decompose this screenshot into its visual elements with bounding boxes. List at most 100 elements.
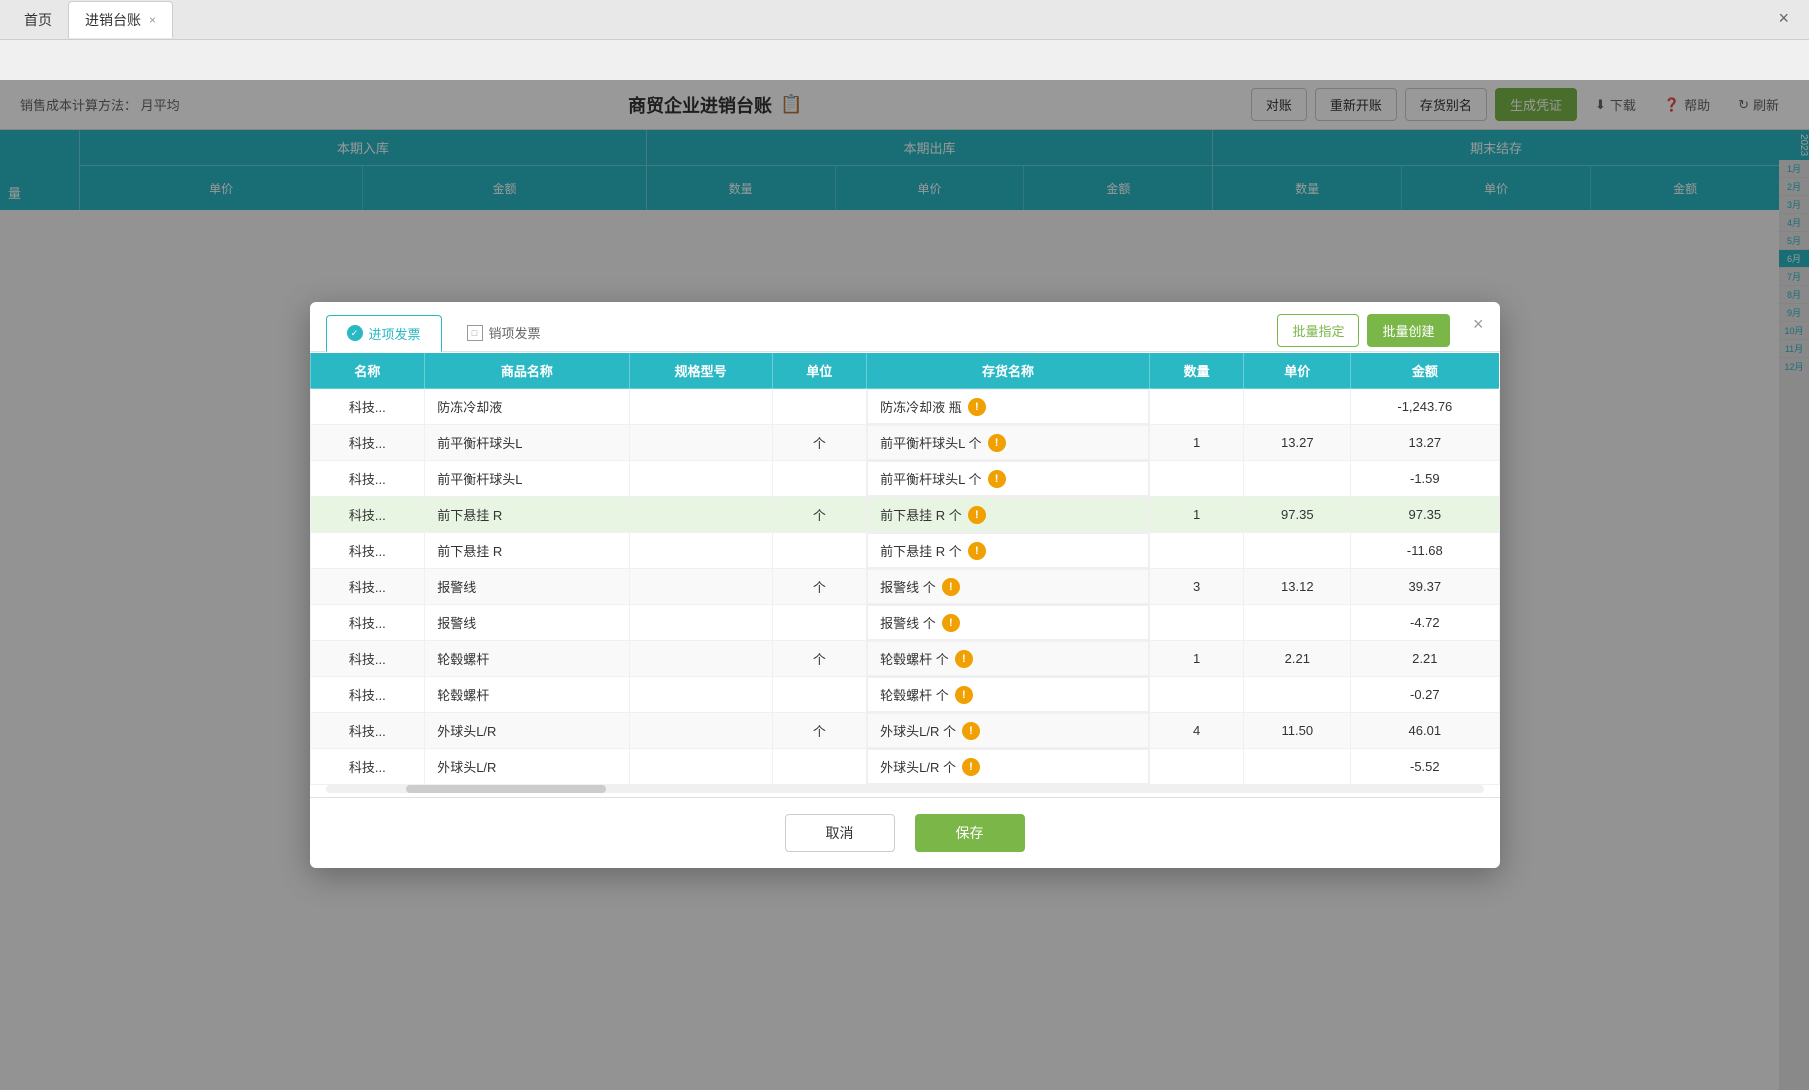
- warning-icon: !: [942, 578, 960, 596]
- app-close-button[interactable]: ×: [1778, 8, 1789, 29]
- modal-close-button[interactable]: ×: [1473, 314, 1484, 335]
- batch-designate-button[interactable]: 批量指定: [1277, 314, 1359, 347]
- cell-7-7: 2.21: [1351, 641, 1499, 677]
- save-button[interactable]: 保存: [915, 814, 1025, 852]
- cell-9-1: 外球头L/R: [425, 713, 629, 749]
- cell-8-6: [1244, 677, 1351, 713]
- warning-icon: !: [968, 398, 986, 416]
- cell-9-5: 4: [1149, 713, 1244, 749]
- cell-0-4: 防冻冷却液 瓶!: [867, 389, 1149, 424]
- cell-5-7: 39.37: [1351, 569, 1499, 605]
- cell-8-2: [629, 677, 772, 713]
- cell-4-7: -11.68: [1351, 533, 1499, 569]
- cell-9-2: [629, 713, 772, 749]
- cell-6-0: 科技...: [310, 605, 425, 641]
- cell-8-5: [1149, 677, 1244, 713]
- modal-overlay: × 批量指定 批量创建 ✓ 进项发票 □ 销项发票: [0, 80, 1809, 1090]
- cell-7-2: [629, 641, 772, 677]
- modal-scrollbar-thumb: [406, 785, 606, 793]
- cell-2-7: -1.59: [1351, 461, 1499, 497]
- tab-output-invoice[interactable]: □ 销项发票: [446, 314, 562, 351]
- warning-icon: !: [988, 470, 1006, 488]
- cell-2-0: 科技...: [310, 461, 425, 497]
- tab-active[interactable]: 进销台账 ×: [68, 1, 173, 38]
- cell-5-0: 科技...: [310, 569, 425, 605]
- cell-4-1: 前下悬挂 R: [425, 533, 629, 569]
- table-row: 科技...前下悬挂 R个前下悬挂 R 个!197.3597.35: [310, 497, 1499, 533]
- th-stock-name: 存货名称: [867, 353, 1150, 389]
- cell-1-0: 科技...: [310, 425, 425, 461]
- warning-icon: !: [942, 614, 960, 632]
- cell-1-3: 个: [772, 425, 867, 461]
- cell-8-0: 科技...: [310, 677, 425, 713]
- cell-10-4: 外球头L/R 个!: [867, 749, 1149, 784]
- cell-6-4: 报警线 个!: [867, 605, 1149, 640]
- cell-6-2: [629, 605, 772, 641]
- table-row: 科技...报警线 个报警线 个!313.1239.37: [310, 569, 1499, 605]
- tab-bar: 首页 进销台账 × ×: [0, 0, 1809, 40]
- tab-input-label: 进项发票: [369, 324, 421, 343]
- cell-8-1: 轮毂螺杆: [425, 677, 629, 713]
- cell-9-0: 科技...: [310, 713, 425, 749]
- cell-1-7: 13.27: [1351, 425, 1499, 461]
- cell-6-1: 报警线: [425, 605, 629, 641]
- th-amount: 金额: [1351, 353, 1499, 389]
- cell-2-3: [772, 461, 867, 497]
- table-row: 科技...前下悬挂 R 前下悬挂 R 个! -11.68: [310, 533, 1499, 569]
- warning-icon: !: [988, 434, 1006, 452]
- cell-2-1: 前平衡杆球头L: [425, 461, 629, 497]
- cell-4-4: 前下悬挂 R 个!: [867, 533, 1149, 568]
- cell-10-5: [1149, 749, 1244, 785]
- cell-1-1: 前平衡杆球头L: [425, 425, 629, 461]
- th-spec: 规格型号: [629, 353, 772, 389]
- cell-10-2: [629, 749, 772, 785]
- app-background: 首页 进销台账 × × 销售成本计算方法： 月平均 商贸企业进销台账 📋 对账 …: [0, 0, 1809, 1050]
- invoice-table: 名称 商品名称 规格型号 单位 存货名称 数量 单价 金额: [310, 352, 1500, 785]
- cell-4-0: 科技...: [310, 533, 425, 569]
- warning-icon: !: [962, 758, 980, 776]
- th-unit: 单位: [772, 353, 867, 389]
- cell-3-2: [629, 497, 772, 533]
- cell-5-4: 报警线 个!: [867, 569, 1149, 604]
- cell-4-2: [629, 533, 772, 569]
- warning-icon: !: [955, 650, 973, 668]
- cell-0-5: [1149, 389, 1244, 425]
- cell-5-6: 13.12: [1244, 569, 1351, 605]
- cell-1-4: 前平衡杆球头L 个!: [867, 425, 1149, 460]
- table-row: 科技...外球头L/R个外球头L/R 个!411.5046.01: [310, 713, 1499, 749]
- cell-2-5: [1149, 461, 1244, 497]
- tab-active-label: 进销台账: [85, 10, 141, 30]
- cell-8-7: -0.27: [1351, 677, 1499, 713]
- modal-scrollbar[interactable]: [326, 785, 1484, 793]
- cell-6-3: [772, 605, 867, 641]
- cell-0-2: [629, 389, 772, 425]
- table-row: 科技...轮毂螺杆个轮毂螺杆 个!12.212.21: [310, 641, 1499, 677]
- cell-5-3: 个: [772, 569, 867, 605]
- cell-10-6: [1244, 749, 1351, 785]
- tab-output-label: 销项发票: [489, 323, 541, 342]
- cell-9-4: 外球头L/R 个!: [867, 713, 1149, 748]
- cell-0-3: [772, 389, 867, 425]
- cancel-button[interactable]: 取消: [785, 814, 895, 852]
- table-row: 科技...防冻冷却液防冻冷却液 瓶!-1,243.76: [310, 389, 1499, 425]
- warning-icon: !: [968, 542, 986, 560]
- tab-input-invoice[interactable]: ✓ 进项发票: [326, 315, 442, 352]
- cell-4-6: [1244, 533, 1351, 569]
- input-invoice-icon: ✓: [347, 325, 363, 341]
- cell-7-4: 轮毂螺杆 个!: [867, 641, 1149, 676]
- table-row: 科技...报警线报警线 个!-4.72: [310, 605, 1499, 641]
- th-price: 单价: [1244, 353, 1351, 389]
- cell-5-5: 3: [1149, 569, 1244, 605]
- cell-5-1: 报警线: [425, 569, 629, 605]
- th-product: 商品名称: [425, 353, 629, 389]
- output-invoice-icon: □: [467, 325, 483, 341]
- cell-0-0: 科技...: [310, 389, 425, 425]
- table-row: 科技...轮毂螺杆轮毂螺杆 个!-0.27: [310, 677, 1499, 713]
- tab-home[interactable]: 首页: [8, 2, 68, 38]
- cell-10-1: 外球头L/R: [425, 749, 629, 785]
- tab-close-icon[interactable]: ×: [149, 13, 156, 27]
- batch-create-button[interactable]: 批量创建: [1367, 314, 1449, 347]
- cell-2-2: [629, 461, 772, 497]
- cell-7-6: 2.21: [1244, 641, 1351, 677]
- table-row: 科技...前平衡杆球头L前平衡杆球头L 个!-1.59: [310, 461, 1499, 497]
